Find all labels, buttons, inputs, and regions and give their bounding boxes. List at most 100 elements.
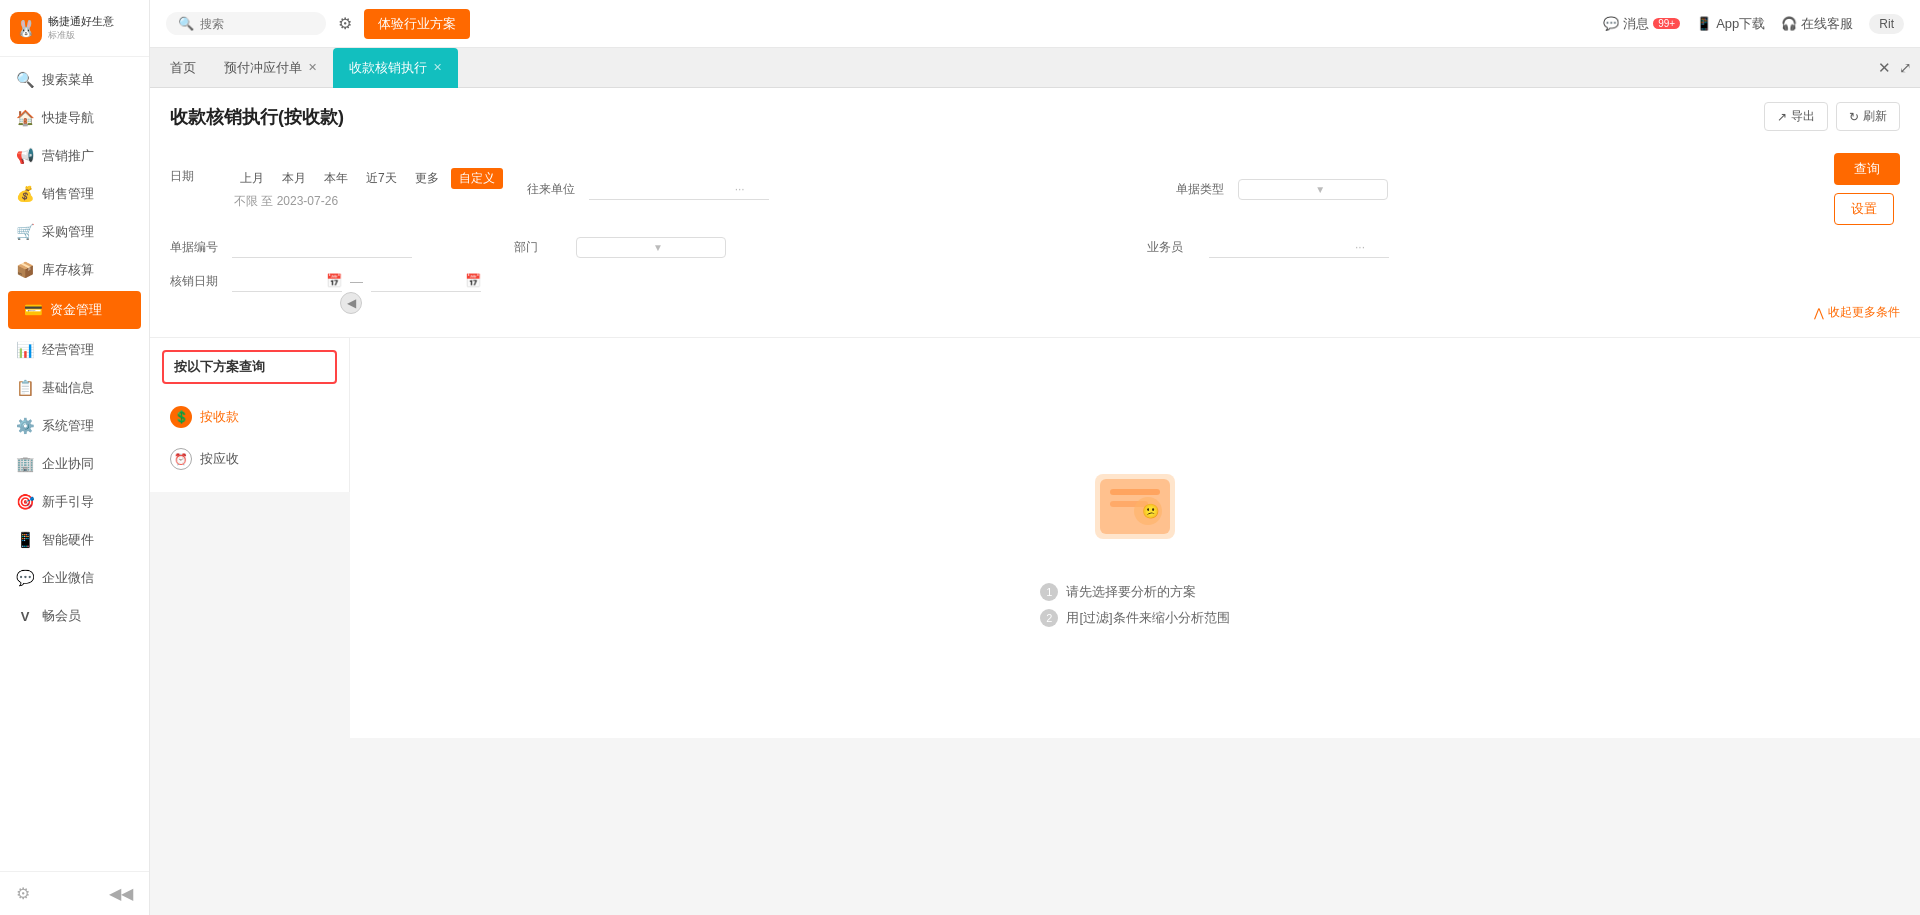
sidebar-item-basic[interactable]: 📋 基础信息 <box>0 369 149 407</box>
doc-no-input[interactable] <box>232 240 372 254</box>
export-button[interactable]: ↗ 导出 <box>1764 102 1828 131</box>
dept-select[interactable]: ▼ <box>576 237 726 258</box>
user-name: Rit <box>1879 17 1894 31</box>
support-icon: 🎧 <box>1781 16 1797 31</box>
sidebar-item-inventory[interactable]: 📦 库存核算 <box>0 251 149 289</box>
counterparty-more-icon[interactable]: ··· <box>735 182 745 196</box>
tab-verify[interactable]: 收款核销执行 ✕ <box>333 48 458 88</box>
verify-date-start-box[interactable]: 2023-03-01 📅 <box>232 270 342 292</box>
sidebar-item-system[interactable]: ⚙️ 系统管理 <box>0 407 149 445</box>
download-icon: 📱 <box>1696 16 1712 31</box>
tab-bar: 首页 预付冲应付单 ✕ 收款核销执行 ✕ ✕ ⤢ <box>150 48 1920 88</box>
dept-arrow-icon: ▼ <box>653 242 717 253</box>
user-info[interactable]: Rit <box>1869 14 1904 34</box>
messages-button[interactable]: 💬 消息 99+ <box>1603 15 1680 33</box>
empty-tips: 1 请先选择要分析的方案 2 用[过滤]条件来缩小分析范围 <box>1040 583 1229 627</box>
counterparty-field[interactable]: ··· <box>589 179 769 200</box>
counterparty-input[interactable] <box>589 182 729 196</box>
tab-verify-close[interactable]: ✕ <box>433 61 442 74</box>
header-search-box[interactable]: 🔍 <box>166 12 326 35</box>
doc-type-arrow-icon: ▼ <box>1315 184 1379 195</box>
tab-bar-actions: ✕ ⤢ <box>1878 59 1912 77</box>
tab-home[interactable]: 首页 <box>158 51 208 85</box>
shortcut-last-month[interactable]: 上月 <box>234 168 270 189</box>
collapse-sidebar-icon[interactable]: ◀◀ <box>109 884 133 903</box>
filter-settings-button[interactable]: 设置 <box>1834 193 1894 225</box>
verify-date-end-calendar-icon[interactable]: 📅 <box>465 273 481 288</box>
finance-icon: 💳 <box>24 301 42 319</box>
receipt-type-icon: 💲 <box>170 406 192 428</box>
shortcut-more[interactable]: 更多 <box>409 168 445 189</box>
sidebar-label-search: 搜索菜单 <box>42 71 94 89</box>
sidebar-label-inventory: 库存核算 <box>42 261 94 279</box>
staff-more-icon[interactable]: ··· <box>1355 240 1365 254</box>
purchase-icon: 🛒 <box>16 223 34 241</box>
svg-text:😕: 😕 <box>1142 503 1160 520</box>
sidebar-item-marketing[interactable]: 📢 营销推广 <box>0 137 149 175</box>
sidebar-item-nav[interactable]: 🏠 快捷导航 <box>0 99 149 137</box>
sidebar-item-hardware[interactable]: 📱 智能硬件 <box>0 521 149 559</box>
app-download-button[interactable]: 📱 App下载 <box>1696 15 1765 33</box>
tab-prepay-close[interactable]: ✕ <box>308 61 317 74</box>
sidebar-item-operation[interactable]: 📊 经营管理 <box>0 331 149 369</box>
sidebar-item-finance[interactable]: 💳 资金管理 <box>8 291 141 329</box>
app-logo: 🐰 畅捷通好生意 标准版 <box>0 0 149 57</box>
search-icon-header: 🔍 <box>178 16 194 31</box>
sidebar-item-wechat[interactable]: 💬 企业微信 <box>0 559 149 597</box>
sidebar-label-hardware: 智能硬件 <box>42 531 94 549</box>
verify-date-label: 核销日期 <box>170 273 226 290</box>
shortcut-7days[interactable]: 近7天 <box>360 168 403 189</box>
query-type-by-receipt[interactable]: 💲 按收款 <box>162 396 337 438</box>
app-download-label: App下载 <box>1716 15 1765 33</box>
date-unlimited-text: 不限 至 2023-07-26 <box>234 193 503 210</box>
online-support-button[interactable]: 🎧 在线客服 <box>1781 15 1853 33</box>
app-name: 畅捷通好生意 <box>48 14 114 28</box>
staff-field[interactable]: ··· <box>1209 237 1389 258</box>
settings-icon[interactable]: ⚙ <box>338 14 352 33</box>
page-header: 收款核销执行(按收款) ↗ 导出 ↻ 刷新 <box>150 88 1920 141</box>
verify-date-end-input[interactable]: 2023-07-21 <box>371 274 461 288</box>
staff-label: 业务员 <box>1147 239 1203 256</box>
search-input[interactable] <box>200 17 300 31</box>
verify-date-end-box[interactable]: 2023-07-21 📅 <box>371 270 481 292</box>
sidebar-item-enterprise[interactable]: 🏢 企业协同 <box>0 445 149 483</box>
content-body: 按以下方案查询 💲 按收款 ⏰ 按应收 <box>150 338 1920 738</box>
sidebar-label-nav: 快捷导航 <box>42 109 94 127</box>
header-actions: 💬 消息 99+ 📱 App下载 🎧 在线客服 Rit <box>1603 14 1904 34</box>
sidebar-item-member[interactable]: V 畅会员 <box>0 597 149 635</box>
system-icon: ⚙️ <box>16 417 34 435</box>
doc-no-field[interactable] <box>232 237 412 258</box>
tab-expand-icon[interactable]: ⤢ <box>1899 59 1912 77</box>
sidebar-item-sales[interactable]: 💰 销售管理 <box>0 175 149 213</box>
sidebar-label-guide: 新手引导 <box>42 493 94 511</box>
empty-illustration: 😕 <box>1080 449 1190 559</box>
verify-date-range: 2023-03-01 📅 — 2023-07-21 📅 <box>232 270 481 292</box>
shortcut-this-year[interactable]: 本年 <box>318 168 354 189</box>
query-button[interactable]: 查询 <box>1834 153 1900 185</box>
sidebar-item-guide[interactable]: 🎯 新手引导 <box>0 483 149 521</box>
empty-tip-2: 2 用[过滤]条件来缩小分析范围 <box>1040 609 1229 627</box>
home-icon: 🏠 <box>16 109 34 127</box>
tab-prepay[interactable]: 预付冲应付单 ✕ <box>208 48 333 88</box>
shortcut-custom[interactable]: 自定义 <box>451 168 503 189</box>
verify-date-start-input[interactable]: 2023-03-01 <box>232 274 322 288</box>
tab-close-all-icon[interactable]: ✕ <box>1878 59 1891 77</box>
solution-button[interactable]: 体验行业方案 <box>364 9 470 39</box>
collapse-query-panel-button[interactable]: ◀ <box>340 292 362 314</box>
collapse-filter-button[interactable]: ⋀ 收起更多条件 <box>170 304 1900 321</box>
query-type-by-receivable[interactable]: ⏰ 按应收 <box>162 438 337 480</box>
shortcut-this-month[interactable]: 本月 <box>276 168 312 189</box>
search-icon: 🔍 <box>16 71 34 89</box>
refresh-icon: ↻ <box>1849 110 1859 124</box>
verify-date-start-calendar-icon[interactable]: 📅 <box>326 273 342 288</box>
sidebar-label-member: 畅会员 <box>42 607 81 625</box>
sidebar-label-operation: 经营管理 <box>42 341 94 359</box>
settings-footer-icon[interactable]: ⚙ <box>16 884 30 903</box>
refresh-button[interactable]: ↻ 刷新 <box>1836 102 1900 131</box>
query-panel-title: 按以下方案查询 <box>174 359 265 374</box>
sidebar-item-search[interactable]: 🔍 搜索菜单 <box>0 61 149 99</box>
doc-type-select[interactable]: ▼ <box>1238 179 1388 200</box>
sidebar-item-purchase[interactable]: 🛒 采购管理 <box>0 213 149 251</box>
online-support-label: 在线客服 <box>1801 15 1853 33</box>
staff-input[interactable] <box>1209 240 1349 254</box>
